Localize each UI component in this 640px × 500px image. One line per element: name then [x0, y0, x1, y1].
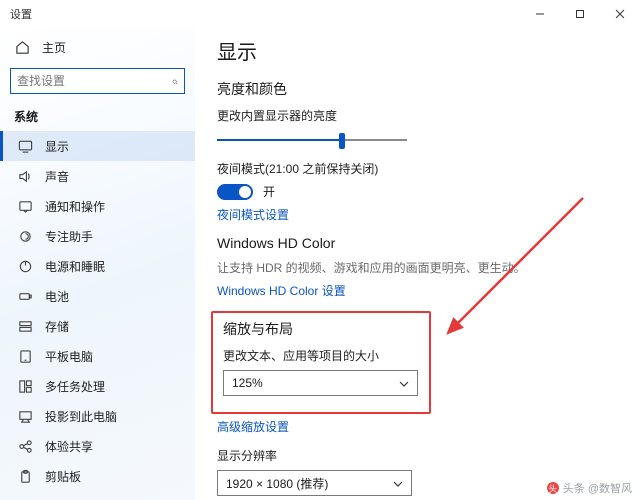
highlight-box: 缩放与布局 更改文本、应用等项目的大小 125%: [211, 311, 431, 414]
sidebar-item-focus[interactable]: 专注助手: [0, 221, 195, 251]
chevron-down-icon: [399, 378, 409, 388]
display-icon: [17, 138, 33, 154]
power-icon: [17, 258, 33, 274]
sidebar-item-storage[interactable]: 存储: [0, 311, 195, 341]
sidebar-item-battery[interactable]: 电池: [0, 281, 195, 311]
minimize-button[interactable]: [520, 0, 560, 28]
hd-color-desc: 让支持 HDR 的视频、游戏和应用的画面更明亮、更生动。: [217, 259, 626, 276]
search-input-field[interactable]: [17, 74, 172, 88]
sidebar-item-label: 多任务处理: [45, 378, 105, 395]
search-input[interactable]: [10, 68, 185, 94]
battery-icon: [17, 288, 33, 304]
tablet-icon: [17, 348, 33, 364]
title-bar: 设置: [0, 0, 640, 28]
home-icon: [14, 39, 30, 55]
night-mode-settings-link[interactable]: 夜间模式设置: [217, 206, 626, 223]
sidebar-item-clipboard[interactable]: 剪贴板: [0, 461, 195, 491]
sidebar-item-project[interactable]: 投影到此电脑: [0, 401, 195, 431]
night-mode-label: 夜间模式(21:00 之前保持关闭): [217, 160, 626, 177]
sidebar-item-multitask[interactable]: 多任务处理: [0, 371, 195, 401]
notifications-icon: [17, 198, 33, 214]
project-icon: [17, 408, 33, 424]
resolution-value: 1920 × 1080 (推荐): [226, 475, 328, 492]
sidebar-item-label: 通知和操作: [45, 198, 105, 215]
storage-icon: [17, 318, 33, 334]
sidebar-item-label: 剪贴板: [45, 468, 81, 485]
scale-value: 125%: [232, 376, 263, 390]
maximize-button[interactable]: [560, 0, 600, 28]
shared-icon: [17, 438, 33, 454]
sound-icon: [17, 168, 33, 184]
focus-icon: [17, 228, 33, 244]
sidebar-heading: 系统: [0, 102, 195, 131]
sidebar-item-label: 平板电脑: [45, 348, 93, 365]
slider-thumb[interactable]: [339, 133, 345, 149]
close-button[interactable]: [600, 0, 640, 28]
sidebar: 主页 系统 显示 声音: [0, 28, 195, 500]
brightness-label: 更改内置显示器的亮度: [217, 107, 626, 124]
page-title: 显示: [217, 36, 626, 65]
sidebar-item-power[interactable]: 电源和睡眠: [0, 251, 195, 281]
night-mode-toggle[interactable]: [217, 184, 253, 200]
sidebar-item-display[interactable]: 显示: [0, 131, 195, 161]
search-icon: [172, 74, 178, 88]
watermark-logo-icon: 头: [547, 482, 559, 494]
section-scale: 缩放与布局: [223, 319, 419, 339]
sidebar-item-label: 显示: [45, 138, 69, 155]
watermark-text: 头条 @数智风: [563, 480, 632, 496]
section-hd-color: Windows HD Color: [217, 235, 626, 251]
section-brightness: 亮度和颜色: [217, 79, 626, 99]
sidebar-nav: 显示 声音 通知和操作 专注助手 电源和睡眠: [0, 131, 195, 500]
sidebar-item-tablet[interactable]: 平板电脑: [0, 341, 195, 371]
sidebar-home-label: 主页: [42, 39, 66, 56]
sidebar-item-notifications[interactable]: 通知和操作: [0, 191, 195, 221]
sidebar-item-label: 存储: [45, 318, 69, 335]
scale-dropdown[interactable]: 125%: [223, 370, 418, 396]
hd-color-settings-link[interactable]: Windows HD Color 设置: [217, 282, 626, 299]
sidebar-item-shared[interactable]: 体验共享: [0, 431, 195, 461]
brightness-slider[interactable]: [217, 130, 407, 150]
main-content: 显示 亮度和颜色 更改内置显示器的亮度 夜间模式(21:00 之前保持关闭) 开…: [195, 28, 640, 500]
advanced-scaling-link[interactable]: 高级缩放设置: [217, 418, 626, 435]
sidebar-item-label: 体验共享: [45, 438, 93, 455]
scale-label: 更改文本、应用等项目的大小: [223, 347, 419, 364]
sidebar-item-label: 投影到此电脑: [45, 408, 117, 425]
multitask-icon: [17, 378, 33, 394]
watermark: 头 头条 @数智风: [547, 480, 632, 496]
night-mode-state: 开: [263, 183, 275, 200]
sidebar-item-label: 声音: [45, 168, 69, 185]
sidebar-item-label: 专注助手: [45, 228, 93, 245]
resolution-dropdown[interactable]: 1920 × 1080 (推荐): [217, 470, 412, 496]
sidebar-item-label: 电源和睡眠: [45, 258, 105, 275]
window-title: 设置: [10, 6, 32, 22]
sidebar-home[interactable]: 主页: [0, 32, 195, 62]
clipboard-icon: [17, 468, 33, 484]
chevron-down-icon: [393, 478, 403, 488]
sidebar-item-label: 电池: [45, 288, 69, 305]
resolution-label: 显示分辨率: [217, 447, 626, 464]
sidebar-item-sound[interactable]: 声音: [0, 161, 195, 191]
